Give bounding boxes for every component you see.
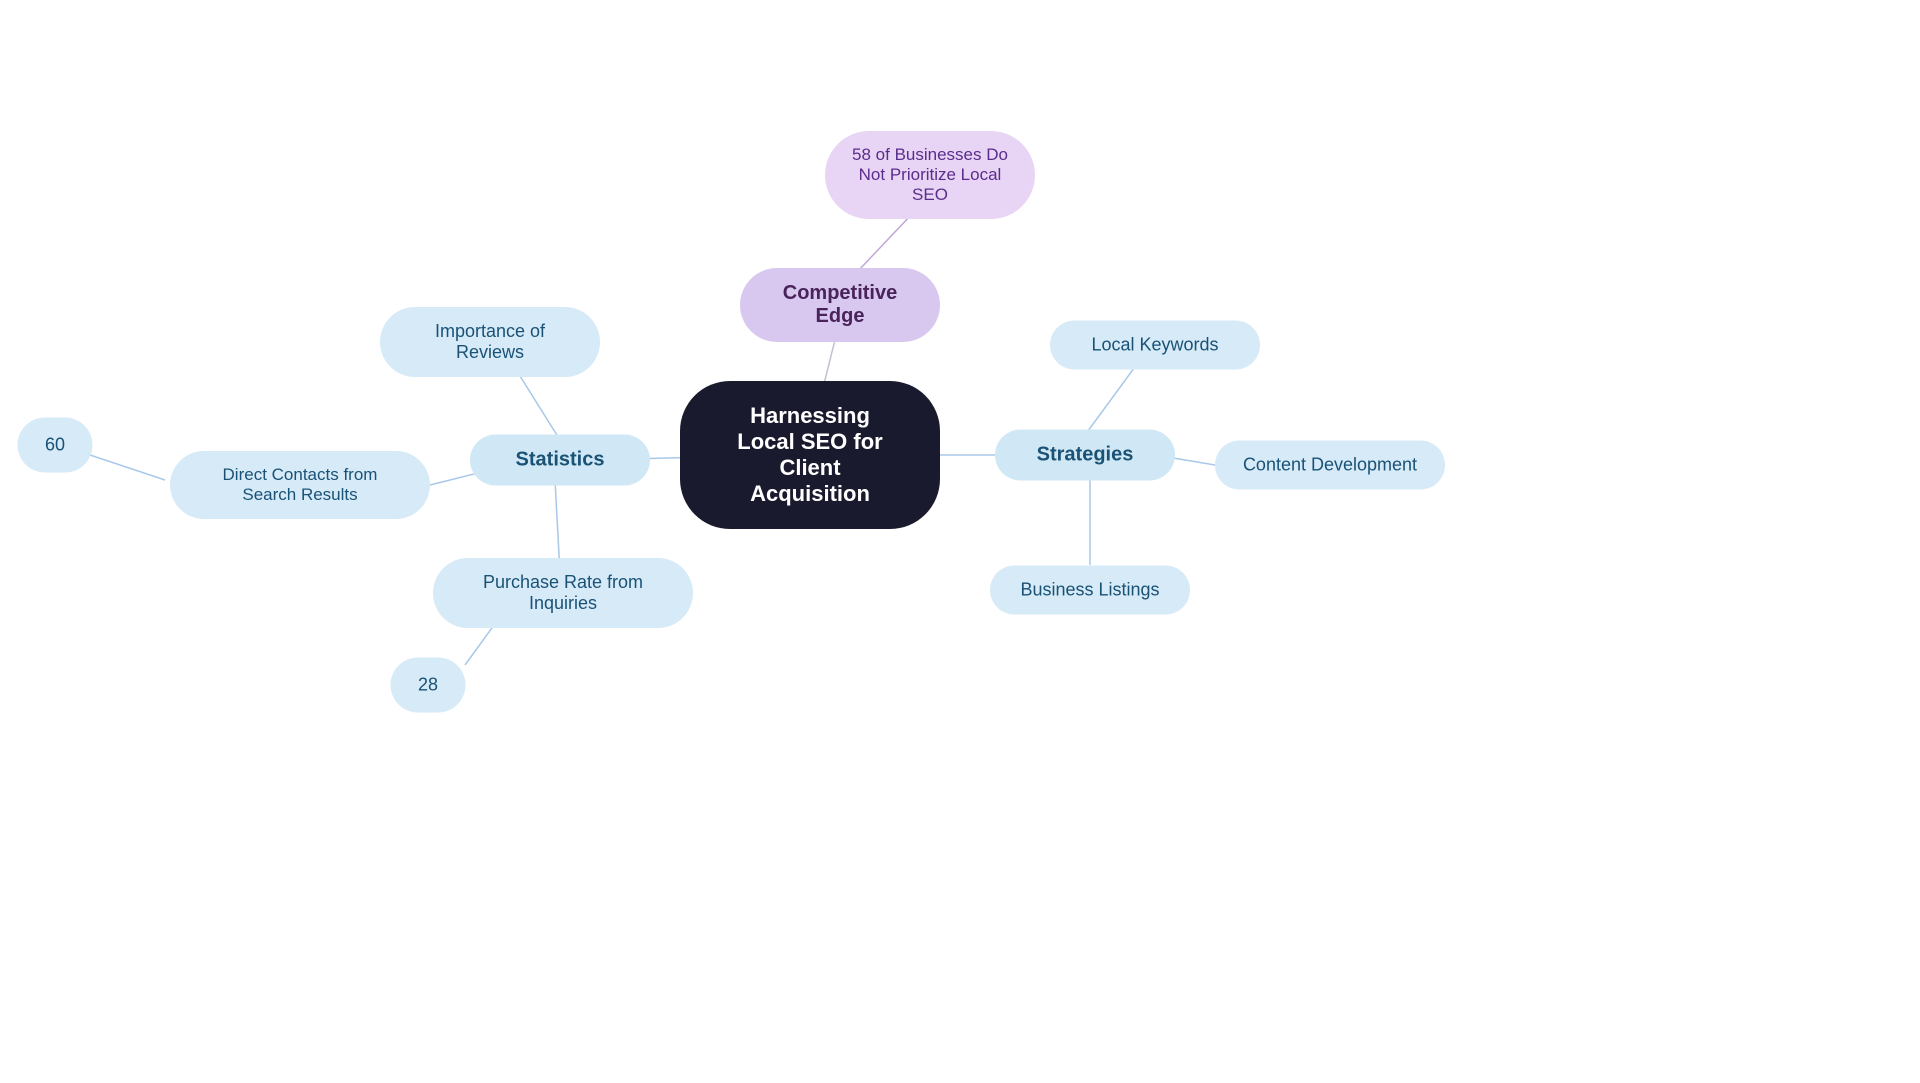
direct-contacts-node[interactable]: Direct Contacts from Search Results bbox=[170, 451, 430, 519]
business-listings-node[interactable]: Business Listings bbox=[990, 566, 1190, 615]
competitive-edge-node[interactable]: Competitive Edge bbox=[740, 268, 940, 342]
businesses-stat-node[interactable]: 58 of Businesses Do Not Prioritize Local… bbox=[825, 131, 1035, 219]
mindmap-container: Harnessing Local SEO for Client Acquisit… bbox=[0, 0, 1920, 1083]
center-node[interactable]: Harnessing Local SEO for Client Acquisit… bbox=[680, 381, 940, 529]
local-keywords-node[interactable]: Local Keywords bbox=[1050, 321, 1260, 370]
strategies-node[interactable]: Strategies bbox=[995, 430, 1175, 481]
content-development-node[interactable]: Content Development bbox=[1215, 441, 1445, 490]
num-60-node[interactable]: 60 bbox=[18, 418, 93, 473]
purchase-rate-node[interactable]: Purchase Rate from Inquiries bbox=[433, 558, 693, 628]
num-28-node[interactable]: 28 bbox=[391, 658, 466, 713]
statistics-node[interactable]: Statistics bbox=[470, 435, 650, 486]
importance-reviews-node[interactable]: Importance of Reviews bbox=[380, 307, 600, 377]
